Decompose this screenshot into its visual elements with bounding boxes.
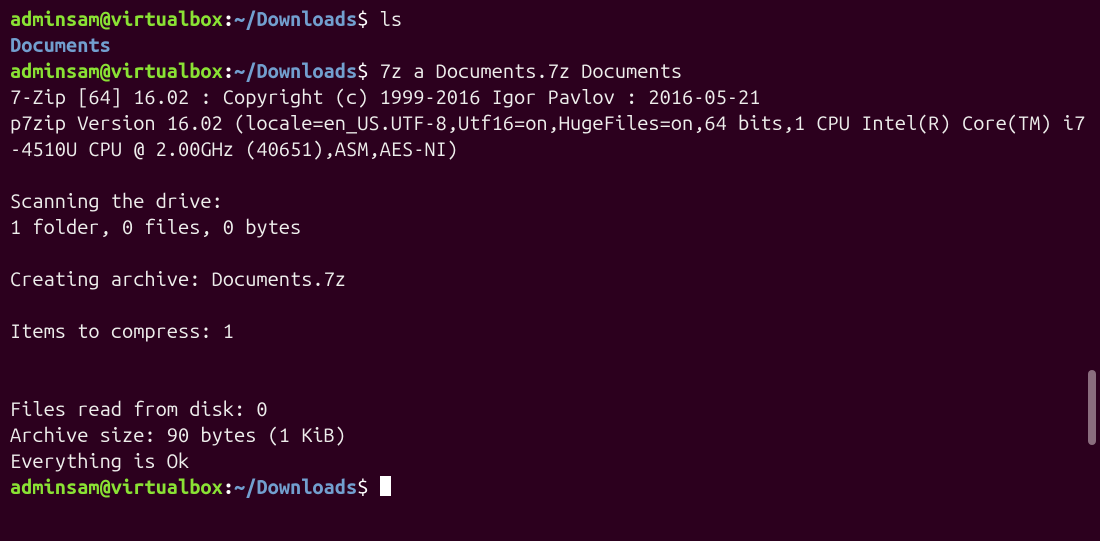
prompt-dollar: $ xyxy=(357,59,379,82)
output-ok: Everything is Ok xyxy=(10,448,1090,474)
command-7z: 7z a Documents.7z Documents xyxy=(380,59,682,82)
command-ls: ls xyxy=(380,7,402,30)
output-blank xyxy=(10,344,1090,370)
output-7zip-version: 7-Zip [64] 16.02 : Copyright (c) 1999-20… xyxy=(10,84,1090,110)
terminal-output[interactable]: adminsam@virtualbox:~/Downloads$ ls Docu… xyxy=(10,6,1090,500)
prompt-separator: : xyxy=(223,59,234,82)
scrollbar-thumb[interactable] xyxy=(1088,370,1096,445)
cursor-icon xyxy=(380,476,391,496)
prompt-user-host: adminsam@virtualbox xyxy=(10,475,223,498)
prompt-user-host: adminsam@virtualbox xyxy=(10,7,223,30)
prompt-separator: : xyxy=(223,475,234,498)
output-archive-size: Archive size: 90 bytes (1 KiB) xyxy=(10,422,1090,448)
ls-directory: Documents xyxy=(10,33,111,56)
prompt-path: ~/Downloads xyxy=(234,7,357,30)
prompt-line-3[interactable]: adminsam@virtualbox:~/Downloads$ xyxy=(10,474,1090,500)
ls-output: Documents xyxy=(10,32,1090,58)
output-blank xyxy=(10,292,1090,318)
prompt-path: ~/Downloads xyxy=(234,59,357,82)
output-blank xyxy=(10,370,1090,396)
output-blank xyxy=(10,240,1090,266)
output-scan-result: 1 folder, 0 files, 0 bytes xyxy=(10,214,1090,240)
output-items: Items to compress: 1 xyxy=(10,318,1090,344)
prompt-path: ~/Downloads xyxy=(234,475,357,498)
prompt-dollar: $ xyxy=(357,7,379,30)
output-creating: Creating archive: Documents.7z xyxy=(10,266,1090,292)
output-scanning: Scanning the drive: xyxy=(10,188,1090,214)
prompt-line-2: adminsam@virtualbox:~/Downloads$ 7z a Do… xyxy=(10,58,1090,84)
output-files-read: Files read from disk: 0 xyxy=(10,396,1090,422)
prompt-dollar: $ xyxy=(357,475,379,498)
prompt-separator: : xyxy=(223,7,234,30)
prompt-line-1: adminsam@virtualbox:~/Downloads$ ls xyxy=(10,6,1090,32)
output-p7zip-info: p7zip Version 16.02 (locale=en_US.UTF-8,… xyxy=(10,110,1090,162)
prompt-user-host: adminsam@virtualbox xyxy=(10,59,223,82)
output-blank xyxy=(10,162,1090,188)
